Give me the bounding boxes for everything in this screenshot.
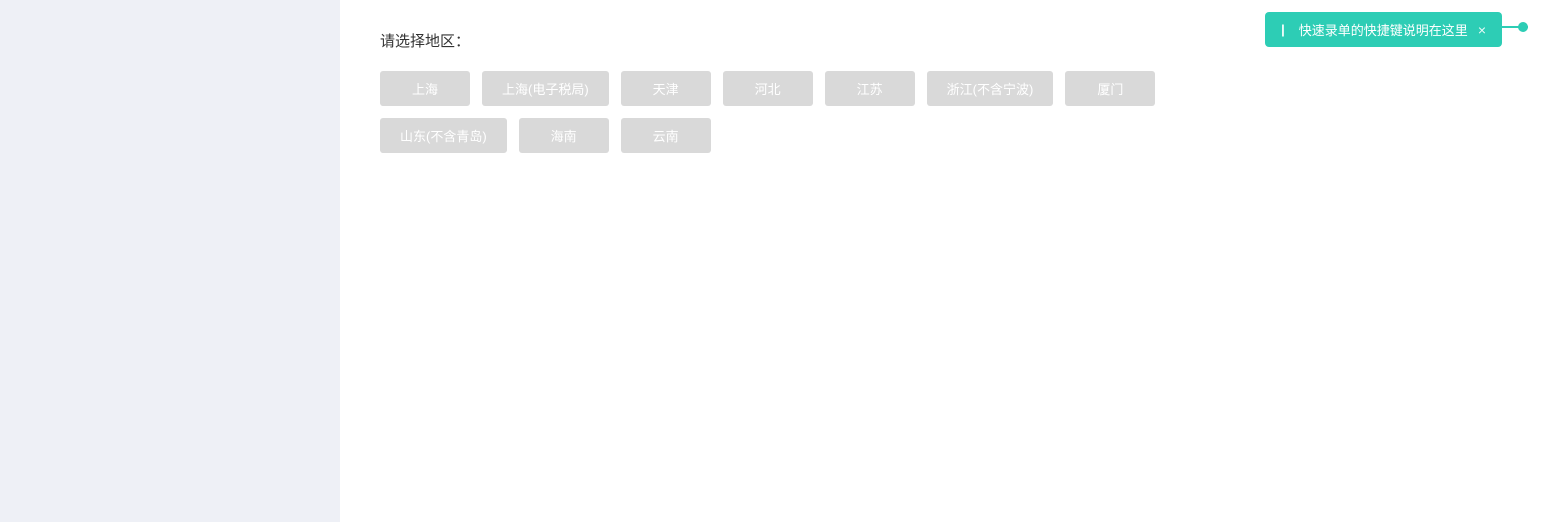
region-btn-shanghai[interactable]: 上海 xyxy=(380,71,470,106)
region-buttons-row2: 山东(不含青岛) 海南 云南 xyxy=(380,118,1522,153)
region-btn-yunnan[interactable]: 云南 xyxy=(621,118,711,153)
region-btn-shandong[interactable]: 山东(不含青岛) xyxy=(380,118,507,153)
main-content: 请选择地区： 上海 上海(电子税局) 天津 河北 江苏 浙江(不含宁波) 厦门 … xyxy=(340,0,1562,522)
region-btn-zhejiang[interactable]: 浙江(不含宁波) xyxy=(927,71,1054,106)
region-btn-hebei[interactable]: 河北 xyxy=(723,71,813,106)
notice-close-button[interactable]: × xyxy=(1478,22,1486,38)
left-sidebar xyxy=(0,0,340,522)
region-buttons-container: 上海 上海(电子税局) 天津 河北 江苏 浙江(不含宁波) 厦门 xyxy=(380,71,1522,106)
region-btn-hainan[interactable]: 海南 xyxy=(519,118,609,153)
notice-dot xyxy=(1518,22,1528,32)
region-btn-tianjin[interactable]: 天津 xyxy=(621,71,711,106)
notice-bar: 快速录单的快捷键说明在这里 × xyxy=(1265,12,1502,47)
region-btn-xiamen[interactable]: 厦门 xyxy=(1065,71,1155,106)
notice-text: 快速录单的快捷键说明在这里 xyxy=(1299,20,1468,39)
region-btn-shanghai-etax[interactable]: 上海(电子税局) xyxy=(482,71,609,106)
region-btn-jiangsu[interactable]: 江苏 xyxy=(825,71,915,106)
